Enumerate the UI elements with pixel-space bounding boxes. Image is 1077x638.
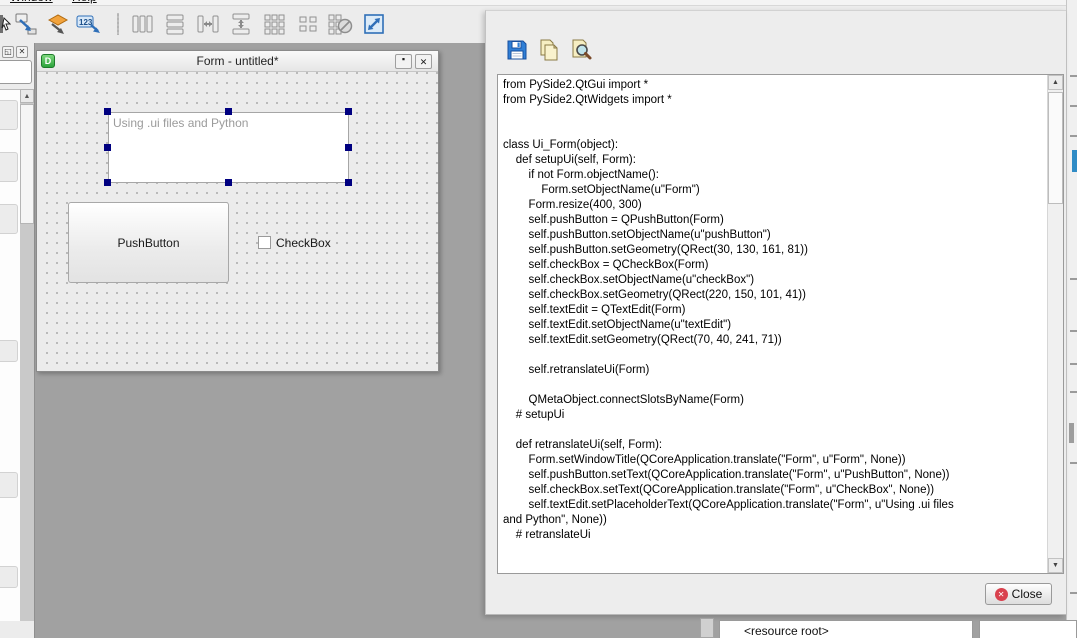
code-preview-box: from PySide2.QtGui import * from PySide2… xyxy=(497,74,1064,574)
panel-scrollbar-thumb[interactable] xyxy=(1069,423,1074,443)
form-close-button[interactable]: ✕ xyxy=(415,54,432,69)
form-canvas[interactable]: Using .ui files and Python PushButton Ch… xyxy=(38,72,438,371)
widget-box-list[interactable] xyxy=(0,89,20,621)
pushbutton-widget[interactable]: PushButton xyxy=(68,202,229,283)
panel-row-mark xyxy=(1070,391,1077,393)
widget-filter-input[interactable] xyxy=(0,60,32,84)
widget-box-item[interactable] xyxy=(0,566,18,588)
form-window-title: Form - untitled* xyxy=(37,54,438,68)
copy-icon[interactable] xyxy=(537,38,561,62)
layout-grid-icon[interactable] xyxy=(260,10,288,38)
dock-float-icon[interactable]: ◱ xyxy=(2,46,14,58)
scroll-down-icon[interactable]: ▼ xyxy=(1048,558,1063,573)
selection-handle[interactable] xyxy=(225,179,232,186)
edit-signals-slots-icon[interactable] xyxy=(12,10,40,38)
right-cutoff-panel xyxy=(1066,0,1077,638)
dock-close-icon[interactable]: ✕ xyxy=(16,46,28,58)
selection-handle[interactable] xyxy=(104,108,111,115)
menu-bar: Window Help xyxy=(0,0,1077,6)
resource-list-panel[interactable] xyxy=(979,620,1077,638)
widget-box-scrollbar[interactable]: ▲ xyxy=(20,89,34,621)
selection-handle[interactable] xyxy=(345,108,352,115)
panel-row-mark xyxy=(1070,592,1077,594)
edit-tab-order-icon[interactable]: 123 xyxy=(75,10,103,38)
checkbox-widget[interactable]: CheckBox xyxy=(258,222,359,263)
checkbox-box[interactable] xyxy=(258,236,271,249)
widget-box-scrollbar-thumb[interactable] xyxy=(20,104,34,224)
code-scrollbar-thumb[interactable] xyxy=(1048,92,1063,204)
panel-row-mark xyxy=(1070,135,1077,137)
code-preview-dialog: from PySide2.QtGui import * from PySide2… xyxy=(485,10,1066,615)
generated-code-text: from PySide2.QtGui import * from PySide2… xyxy=(498,75,1047,573)
close-button-label: Close xyxy=(1012,587,1043,601)
selection-handle[interactable] xyxy=(104,179,111,186)
find-icon[interactable] xyxy=(569,38,593,62)
save-icon[interactable] xyxy=(505,38,529,62)
widget-box-item[interactable] xyxy=(0,100,18,130)
menu-item-help[interactable]: Help xyxy=(72,0,97,4)
checkbox-label: CheckBox xyxy=(276,236,331,250)
scroll-up-icon[interactable]: ▲ xyxy=(1048,75,1063,90)
menu-item-window[interactable]: Window xyxy=(10,0,53,4)
layout-vertical-icon[interactable] xyxy=(161,10,189,38)
selected-row-indicator xyxy=(1072,150,1077,172)
form-window-titlebar[interactable]: D Form - untitled* ▪ ✕ xyxy=(37,51,438,72)
selection-handle[interactable] xyxy=(104,144,111,151)
resource-root-item[interactable]: <resource root> xyxy=(744,624,829,638)
panel-row-mark xyxy=(1070,105,1077,107)
panel-row-mark xyxy=(1070,363,1077,365)
widget-box-item[interactable] xyxy=(0,340,18,362)
toolbar-separator xyxy=(117,13,119,35)
selection-handle[interactable] xyxy=(345,179,352,186)
panel-row-mark xyxy=(1070,278,1077,280)
code-scrollbar[interactable]: ▲ ▼ xyxy=(1047,75,1063,573)
selection-handle[interactable] xyxy=(345,144,352,151)
form-editor-window: D Form - untitled* ▪ ✕ Using .ui files a… xyxy=(36,50,439,372)
textedit-placeholder: Using .ui files and Python xyxy=(113,116,248,130)
selection-handle[interactable] xyxy=(225,108,232,115)
panel-row-mark xyxy=(1070,75,1077,77)
layout-vertical-splitter-icon[interactable] xyxy=(227,10,255,38)
widget-box-item[interactable] xyxy=(0,152,18,182)
widget-box-item[interactable] xyxy=(0,472,18,498)
close-circle-icon: ✕ xyxy=(995,588,1008,601)
edit-buddies-icon[interactable] xyxy=(44,10,72,38)
widget-box-panel: ◱ ✕ ▲ xyxy=(0,43,35,638)
break-layout-icon[interactable] xyxy=(326,10,354,38)
layout-horizontal-icon[interactable] xyxy=(128,10,156,38)
adjust-size-icon[interactable] xyxy=(360,10,388,38)
pushbutton-label: PushButton xyxy=(117,236,179,250)
resource-tree-panel[interactable]: <resource root> xyxy=(719,620,973,638)
panel-row-mark xyxy=(1070,462,1077,464)
resource-browser-tool-button[interactable] xyxy=(700,618,714,638)
textedit-widget[interactable]: Using .ui files and Python xyxy=(108,112,349,183)
panel-row-mark xyxy=(1070,330,1077,332)
scroll-up-icon[interactable]: ▲ xyxy=(20,89,34,103)
widget-box-item[interactable] xyxy=(0,204,18,234)
close-button[interactable]: ✕ Close xyxy=(985,583,1052,605)
form-minimize-button[interactable]: ▪ xyxy=(395,54,412,69)
layout-horizontal-splitter-icon[interactable] xyxy=(194,10,222,38)
layout-form-icon[interactable] xyxy=(294,10,322,38)
